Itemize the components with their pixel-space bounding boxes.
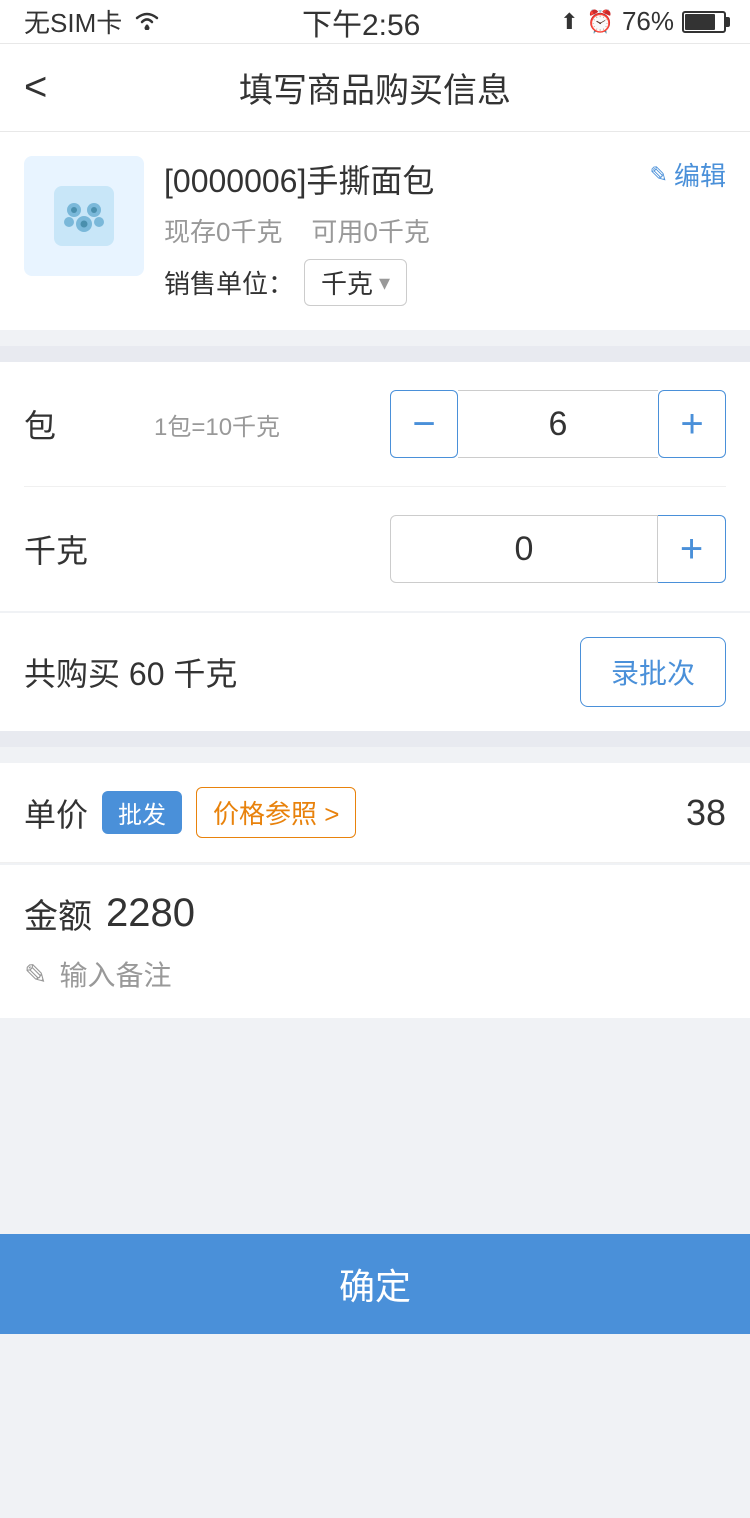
nav-bar: < 填写商品购买信息 xyxy=(0,44,750,132)
batch-button[interactable]: 录批次 xyxy=(580,637,726,707)
empty-space xyxy=(0,1018,750,1418)
bag-minus-button[interactable]: − xyxy=(390,390,458,458)
kg-input-row: 千克 + xyxy=(24,487,726,611)
section-divider-2 xyxy=(0,731,750,747)
summary-section: 共购买 60 千克 录批次 xyxy=(0,613,750,731)
back-button[interactable]: < xyxy=(24,65,47,110)
product-info: [0000006]手撕面包 现存0千克 可用0千克 销售单位： 千克 ▾ xyxy=(164,156,726,306)
unit-selector[interactable]: 千克 ▾ xyxy=(304,259,407,306)
alarm-icon: ⏰ xyxy=(587,9,614,35)
kg-label: 千克 xyxy=(24,526,144,572)
bag-sublabel: 1包=10千克 xyxy=(154,407,390,442)
bag-plus-button[interactable]: + xyxy=(658,390,726,458)
bag-label: 包 xyxy=(24,401,144,447)
status-left: 无SIM卡 xyxy=(24,3,162,40)
status-right: ⬆ ⏰ 76% xyxy=(560,6,726,37)
product-stock: 现存0千克 可用0千克 xyxy=(164,212,726,249)
section-divider-1 xyxy=(0,346,750,362)
confirm-section: 确定 xyxy=(0,1234,750,1334)
edit-label: 编辑 xyxy=(674,156,726,193)
kg-quantity-input[interactable] xyxy=(390,515,658,583)
stock-value: 现存0千克 xyxy=(164,217,282,247)
available-value: 可用0千克 xyxy=(311,217,429,247)
price-label: 单价 xyxy=(24,790,88,836)
dropdown-icon: ▾ xyxy=(379,270,390,296)
price-value: 38 xyxy=(686,792,726,834)
status-bar: 无SIM卡 下午2:56 ⬆ ⏰ 76% xyxy=(0,0,750,44)
summary-text: 共购买 60 千克 xyxy=(24,649,237,695)
remark-row[interactable]: ✎ 输入备注 xyxy=(24,954,726,994)
unit-value: 千克 xyxy=(321,264,373,301)
product-unit: 销售单位： 千克 ▾ xyxy=(164,259,726,306)
edit-icon: ✎ xyxy=(650,162,668,188)
battery-icon xyxy=(682,11,726,33)
battery-percent: 76% xyxy=(622,6,674,37)
amount-value: 2280 xyxy=(106,891,195,936)
bag-input-row: 包 1包=10千克 − + xyxy=(24,362,726,487)
pencil-icon: ✎ xyxy=(24,958,47,991)
input-section: 包 1包=10千克 − + 千克 + xyxy=(0,362,750,611)
price-type-tag: 批发 xyxy=(102,791,182,834)
remark-text: 输入备注 xyxy=(59,954,171,994)
time-label: 下午2:56 xyxy=(302,0,420,44)
page-title: 填写商品购买信息 xyxy=(239,63,511,112)
product-card: [0000006]手撕面包 现存0千克 可用0千克 销售单位： 千克 ▾ ✎ 编… xyxy=(0,132,750,330)
bag-quantity-input[interactable] xyxy=(458,390,658,458)
product-name: [0000006]手撕面包 xyxy=(164,156,726,202)
amount-section: 金额 2280 ✎ 输入备注 xyxy=(0,865,750,1018)
amount-row: 金额 2280 xyxy=(24,889,726,938)
carrier-label: 无SIM卡 xyxy=(24,3,122,40)
kg-plus-button[interactable]: + xyxy=(658,515,726,583)
wifi-icon xyxy=(132,6,162,37)
amount-label: 金额 xyxy=(24,889,92,938)
confirm-button[interactable]: 确定 xyxy=(0,1234,750,1334)
price-ref-button[interactable]: 价格参照 > xyxy=(196,787,356,838)
bag-quantity-control: − + xyxy=(390,390,726,458)
unit-label: 销售单位： xyxy=(164,264,294,301)
product-image xyxy=(24,156,144,276)
location-icon: ⬆ xyxy=(560,9,578,35)
price-section: 单价 批发 价格参照 > 38 xyxy=(0,763,750,863)
edit-button[interactable]: ✎ 编辑 xyxy=(650,156,726,193)
kg-quantity-control: + xyxy=(390,515,726,583)
